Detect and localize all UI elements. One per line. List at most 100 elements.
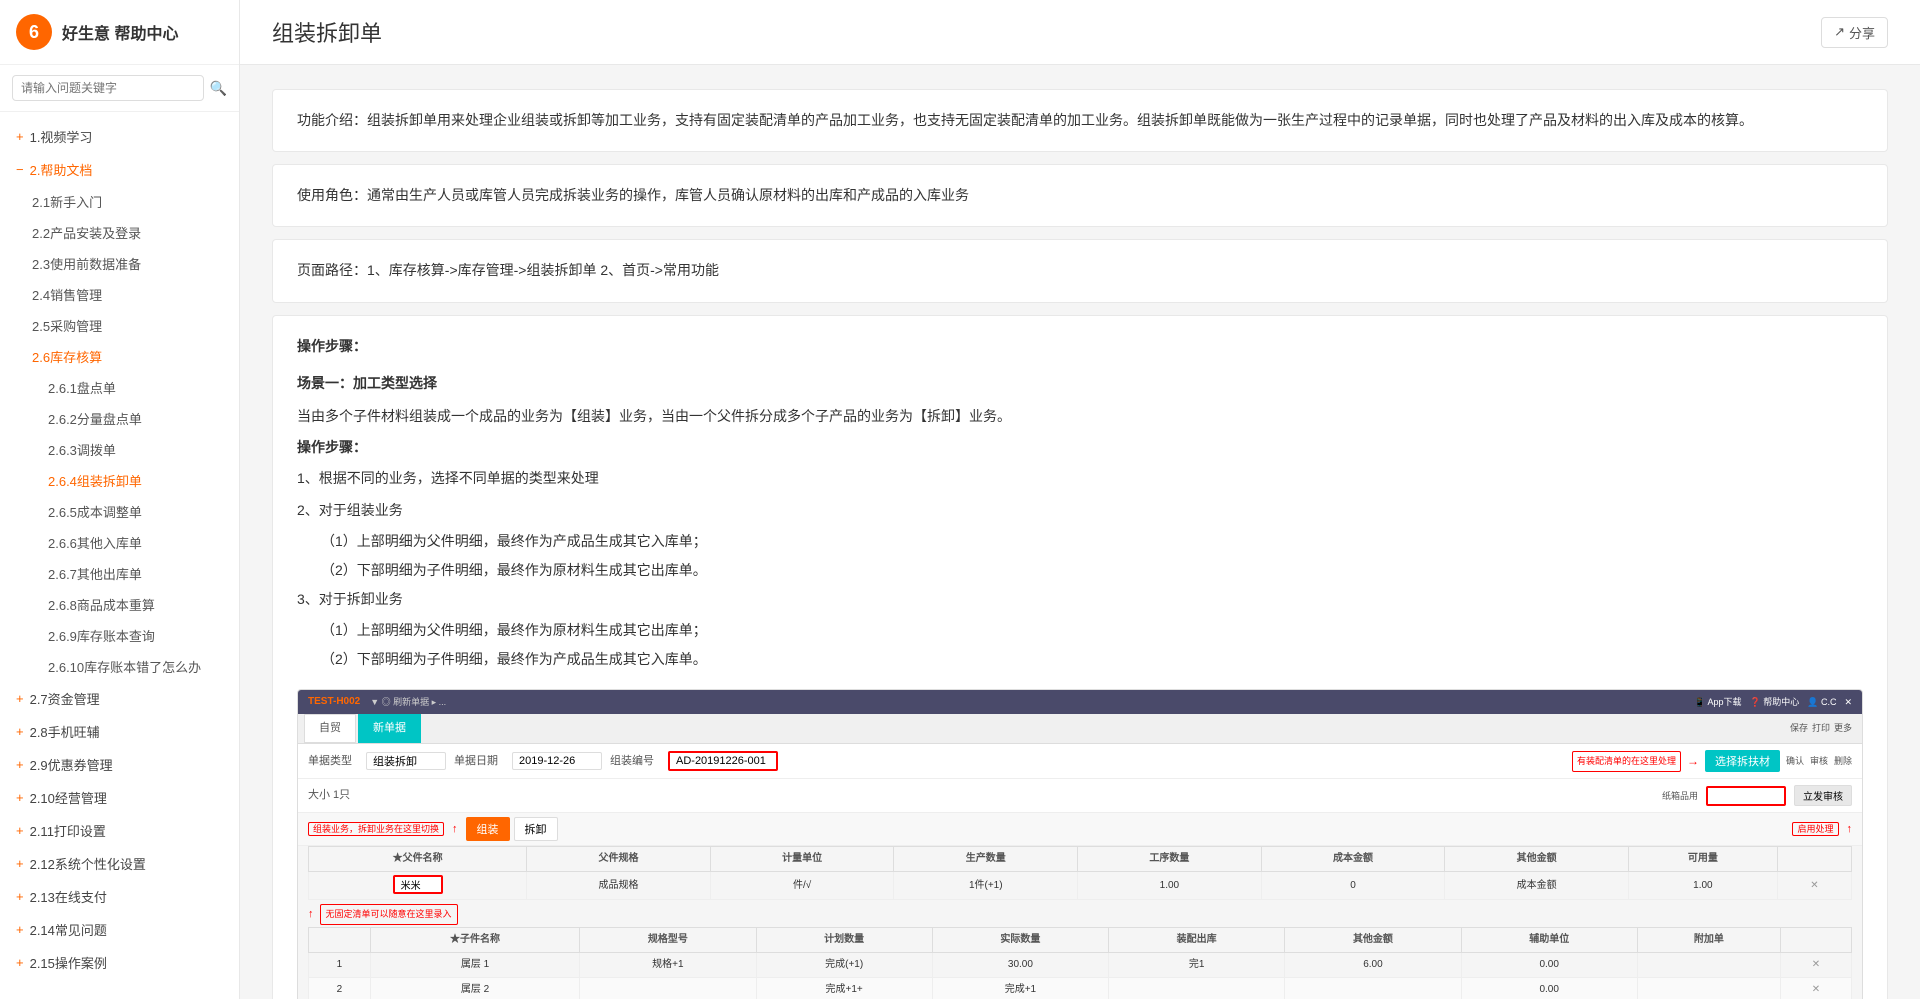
- annotation-lower: 无固定清单可以随意在这里录入: [320, 904, 458, 924]
- sidebar-item-mobile[interactable]: + 2.8手机旺辅: [0, 715, 239, 748]
- lower-th-actual: 实际数量: [932, 927, 1108, 952]
- sidebar-item-inventory[interactable]: 2.6库存核算: [0, 341, 239, 372]
- inner-upper-table-container: ★父件名称 父件规格 计量单位 生产数量 工序数量 成本金额 其他金额 可用量: [298, 846, 1862, 904]
- upper-name-input[interactable]: [393, 875, 443, 894]
- step2-sub1: （1）上部明细为父件明细，最终作为产成品生成其它入库单；: [321, 529, 1863, 554]
- sidebar-item-sales[interactable]: 2.4销售管理: [0, 279, 239, 310]
- sidebar-item-label: 1.视频学习: [30, 127, 93, 146]
- sidebar-item-video[interactable]: + 1.视频学习: [0, 120, 239, 153]
- inner-lower-table-container: ★子件名称 规格型号 计划数量 实际数量 装配出库 其他金额 辅助单位 附加单: [298, 927, 1862, 999]
- lower-td-name: 属层 1: [370, 952, 580, 977]
- sidebar-item-coupon[interactable]: + 2.9优惠券管理: [0, 748, 239, 781]
- expand-icon: +: [16, 757, 24, 772]
- sidebar-item-faq[interactable]: + 2.14常见问题: [0, 913, 239, 946]
- lower-th-other: 其他金额: [1285, 927, 1461, 952]
- inner-type-assembly[interactable]: 组装: [466, 817, 510, 841]
- inner-process-button[interactable]: 选择拆扶材: [1705, 750, 1780, 772]
- share-label: 分享: [1849, 23, 1875, 42]
- search-box: 🔍: [0, 65, 239, 112]
- inner-delete-btn[interactable]: 删除: [1834, 753, 1852, 769]
- inner-confirm-btn[interactable]: 确认: [1786, 753, 1804, 769]
- lower-th-no: [309, 927, 371, 952]
- inner-form-label-type: 单据类型: [308, 752, 358, 772]
- sidebar-item-ops[interactable]: + 2.10经营管理: [0, 781, 239, 814]
- sidebar-item-stockcheck[interactable]: 2.6.1盘点单: [0, 372, 239, 403]
- sidebar-item-otherin[interactable]: 2.6.6其他入库单: [0, 527, 239, 558]
- sidebar-item-otherout[interactable]: 2.6.7其他出库单: [0, 558, 239, 589]
- lower-annotation-row: ↑ 无固定清单可以随意在这里录入: [298, 904, 1862, 926]
- nav-list: + 1.视频学习 − 2.帮助文档 2.1新手入门 2.2产品安装及登录 2.3…: [0, 112, 239, 999]
- scenario1-desc: 当由多个子件材料组装成一个成品的业务为【组装】业务，当由一个父件拆分成多个子产品…: [297, 404, 1863, 429]
- inner-approve-btn[interactable]: 立发审核: [1794, 785, 1852, 806]
- sidebar-item-newbie[interactable]: 2.1新手入门: [0, 186, 239, 217]
- sidebar-item-adjust[interactable]: 2.6.3调拨单: [0, 434, 239, 465]
- expand-icon: +: [16, 691, 24, 706]
- lower-td-aux: 0.00: [1461, 952, 1637, 977]
- sidebar-item-partialcheck[interactable]: 2.6.2分量盘点单: [0, 403, 239, 434]
- lower-table-row-1: 1 属层 1 规格+1 完成(+1) 30.00 完1 6.00 0.00: [309, 952, 1852, 977]
- steps-title: 操作步骤：: [297, 435, 1863, 460]
- inner-docno-input[interactable]: [668, 751, 778, 771]
- sidebar-item-label: 2.10经营管理: [30, 788, 107, 807]
- lower-table-row-2: 2 属层 2 完成+1+ 完成+1 0.00 ✕: [309, 977, 1852, 999]
- annotation-upper: 有装配清单的在这里处理: [1572, 751, 1681, 771]
- step3: 3、对于拆卸业务: [297, 587, 1863, 612]
- sidebar-item-prepare[interactable]: 2.3使用前数据准备: [0, 248, 239, 279]
- upper-td-del[interactable]: ✕: [1777, 872, 1851, 900]
- lower-td-plan: 完成(+1): [756, 952, 932, 977]
- upper-th-cost: 成本金额: [1261, 847, 1445, 872]
- upper-th-avail: 可用量: [1628, 847, 1777, 872]
- search-input[interactable]: [12, 75, 204, 101]
- step1: 1、根据不同的业务，选择不同单据的类型来处理: [297, 466, 1863, 491]
- sidebar-item-label: 2.14常见问题: [30, 920, 107, 939]
- lower-th-extra: 附加单: [1637, 927, 1780, 952]
- sidebar-item-stockerr[interactable]: 2.6.10库存账本错了怎么办: [0, 651, 239, 682]
- inner-close[interactable]: ✕: [1844, 694, 1852, 710]
- sidebar-item-label: 2.13在线支付: [30, 887, 107, 906]
- upper-td-avail: 1.00: [1628, 872, 1777, 900]
- upper-th-unit: 计量单位: [710, 847, 894, 872]
- inner-more-btn[interactable]: 更多: [1834, 720, 1852, 736]
- share-button[interactable]: ↗ 分享: [1821, 17, 1888, 48]
- sidebar-item-costadjust[interactable]: 2.6.5成本调整单: [0, 496, 239, 527]
- sidebar-item-onlinepay[interactable]: + 2.13在线支付: [0, 880, 239, 913]
- sidebar-item-purchase[interactable]: 2.5采购管理: [0, 310, 239, 341]
- sidebar-item-costrecalc[interactable]: 2.6.8商品成本重算: [0, 589, 239, 620]
- sidebar-item-label: 2.7资金管理: [30, 689, 100, 708]
- sidebar-item-assembly[interactable]: 2.6.4组装拆卸单: [0, 465, 239, 496]
- arrow-icon: →: [1687, 751, 1699, 773]
- sidebar-item-label: 2.15操作案例: [30, 953, 107, 972]
- lower-th-out: 装配出库: [1109, 927, 1285, 952]
- collapse-icon: −: [16, 162, 24, 177]
- lower-td-extra: [1637, 952, 1780, 977]
- inner-doctype-input[interactable]: [366, 752, 446, 770]
- inner-bar-right: 📱 App下载 ❓ 帮助中心 👤 C.C ✕: [1694, 694, 1852, 710]
- sidebar-item-print[interactable]: + 2.11打印设置: [0, 814, 239, 847]
- inner-paperbx-input[interactable]: [1706, 786, 1786, 806]
- inner-save-btn[interactable]: 保存: [1790, 720, 1808, 736]
- inner-print-btn[interactable]: 打印: [1812, 720, 1830, 736]
- lower-td-other: 6.00: [1285, 952, 1461, 977]
- intro-text: 功能介绍：组装拆卸单用来处理企业组装或拆卸等加工业务，支持有固定装配清单的产品加…: [297, 112, 1753, 128]
- logo-icon: 6: [16, 14, 52, 50]
- inner-date-input[interactable]: [512, 752, 602, 770]
- upper-th-action: [1777, 847, 1851, 872]
- sidebar-item-personalize[interactable]: + 2.12系统个性化设置: [0, 847, 239, 880]
- inner-type-disassembly[interactable]: 拆卸: [514, 817, 558, 841]
- sidebar-item-finance[interactable]: + 2.7资金管理: [0, 682, 239, 715]
- inner-tab-newrecord[interactable]: 新单据: [358, 714, 421, 744]
- sidebar-item-cases[interactable]: + 2.15操作案例: [0, 946, 239, 979]
- lower-td-name: 属层 2: [370, 977, 580, 999]
- lower-td-del[interactable]: ✕: [1780, 952, 1851, 977]
- sidebar-item-stockcheck2[interactable]: 2.6.9库存账本查询: [0, 620, 239, 651]
- inner-user: 👤 C.C: [1807, 694, 1836, 710]
- inner-audit-btn[interactable]: 审核: [1810, 753, 1828, 769]
- lower-td-del[interactable]: ✕: [1780, 977, 1851, 999]
- inner-tab-zizhi[interactable]: 自贸: [304, 714, 356, 744]
- search-button[interactable]: 🔍: [210, 80, 227, 97]
- sidebar-item-install[interactable]: 2.2产品安装及登录: [0, 217, 239, 248]
- sidebar-item-helpdoc[interactable]: − 2.帮助文档: [0, 153, 239, 186]
- step2: 2、对于组装业务: [297, 498, 1863, 523]
- screenshot-container: TEST-H002 ▼ ◎ 刷新单据 ▸ ... 📱 App下载 ❓ 帮助中心 …: [297, 689, 1863, 999]
- lower-td-spec: 规格+1: [580, 952, 756, 977]
